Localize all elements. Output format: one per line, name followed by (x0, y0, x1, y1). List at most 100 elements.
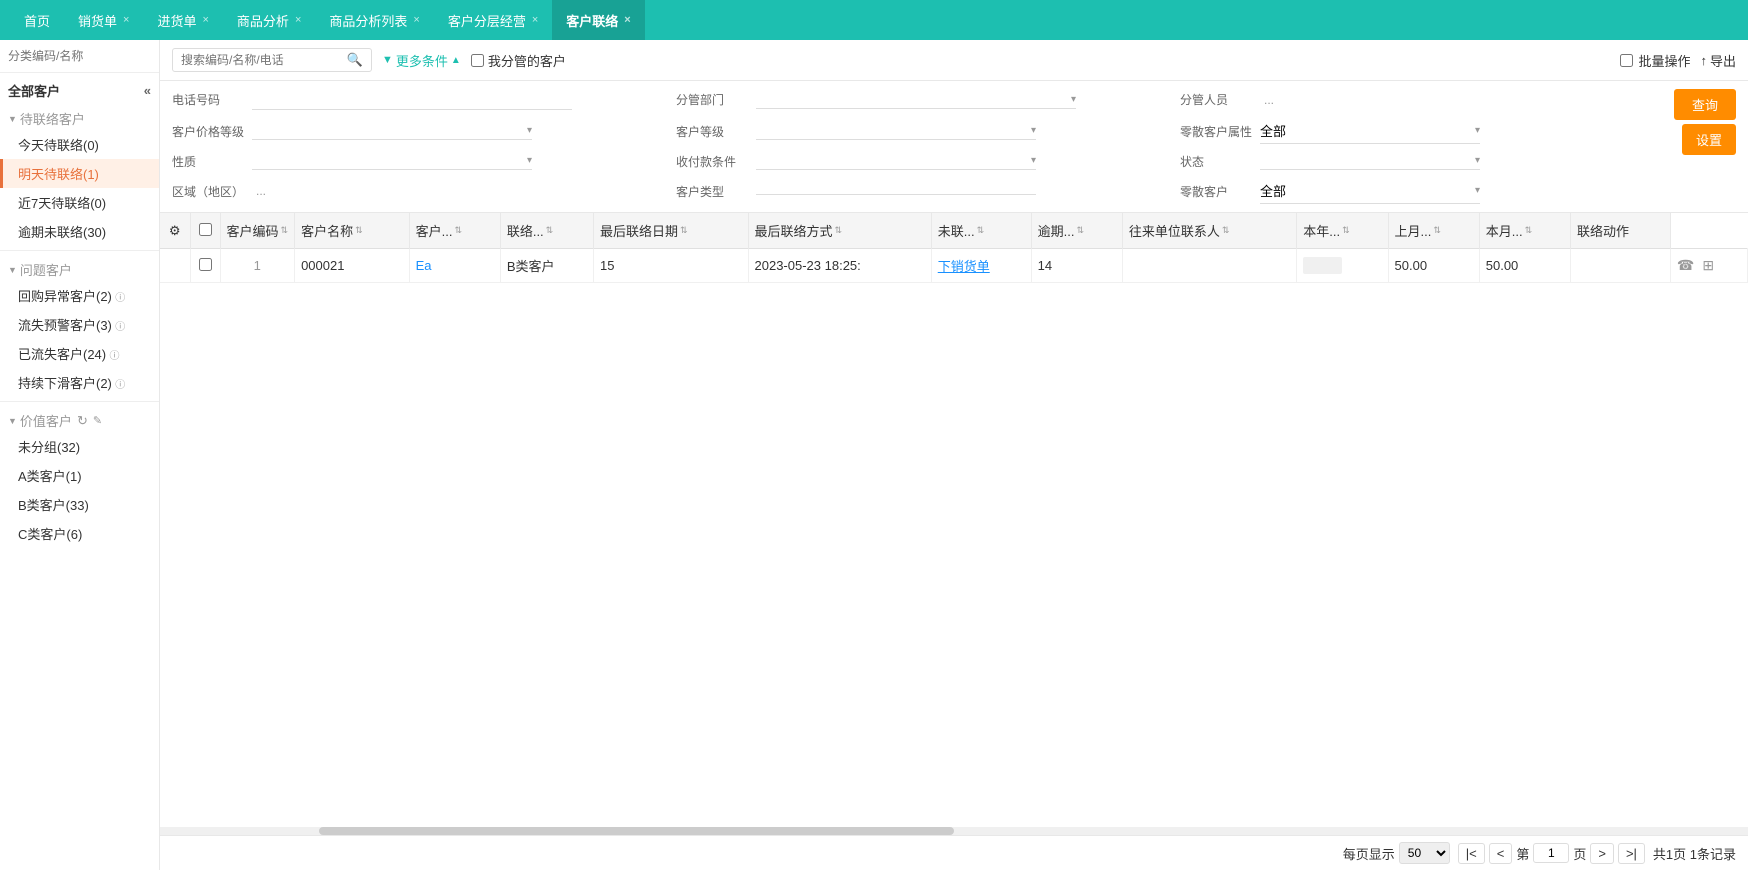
settings-gear-icon[interactable]: ⚙ (169, 223, 181, 238)
sidebar-item-today-pending[interactable]: 今天待联络(0) (0, 130, 159, 159)
my-customers-checkbox[interactable] (471, 54, 484, 67)
sort-name-icon[interactable]: ⇅ (355, 225, 363, 236)
next-page-btn[interactable]: > (1590, 843, 1614, 864)
nav-product-analysis-list[interactable]: 商品分析列表 × (315, 0, 433, 40)
all-customers-section[interactable]: 全部客户 « (0, 73, 159, 104)
page-size-dropdown[interactable]: 50 100 (1399, 842, 1450, 864)
horizontal-scrollbar[interactable] (160, 827, 1748, 835)
manager-dots[interactable]: ... (1260, 93, 1278, 107)
th-settings: ⚙ (160, 213, 190, 249)
page-input[interactable] (1533, 843, 1569, 863)
bulk-ops-btn[interactable]: 批量操作 (1620, 51, 1690, 70)
sidebar-item-7days-pending[interactable]: 近7天待联络(0) (0, 188, 159, 217)
select-all-checkbox[interactable] (199, 223, 212, 236)
filter-actions: 批量操作 ↑ 导出 (1620, 51, 1736, 70)
filter-search-icon[interactable]: 🔍 (347, 52, 363, 68)
edit-icon[interactable]: ✎ (93, 414, 102, 427)
retail-customer-chevron-icon: ▾ (1475, 185, 1480, 196)
nav-home[interactable]: 首页 (10, 0, 64, 40)
sort-this-year-icon[interactable]: ⇅ (1342, 225, 1350, 236)
close-purchase-icon[interactable]: × (202, 14, 208, 26)
customer-type-field: 客户类型 (676, 183, 1160, 200)
query-btn[interactable]: 查询 (1674, 89, 1736, 120)
row-name[interactable]: Ea (409, 249, 500, 283)
sidebar-item-declining[interactable]: 持续下滑客户(2) ⓘ (0, 368, 159, 397)
sidebar-item-type-a[interactable]: A类客户(1) (0, 461, 159, 490)
sort-type-icon[interactable]: ⇅ (454, 225, 462, 236)
customer-tier-select[interactable]: ▾ (756, 122, 1036, 140)
th-type: 客户... ⇅ (409, 213, 500, 249)
th-this-year: 本年... ⇅ (1297, 213, 1388, 249)
scrollbar-thumb[interactable] (319, 827, 954, 835)
status-field: 状态 ▾ (1180, 152, 1664, 170)
more-conditions-btn[interactable]: ▼ 更多条件 ▲ (382, 51, 461, 70)
phone-input[interactable] (252, 89, 572, 110)
dept-select[interactable]: ▾ (756, 91, 1076, 109)
table-header-row: ⚙ 客户编码 ⇅ 客户名称 (160, 213, 1748, 249)
sidebar-item-repurchase-anomaly[interactable]: 回购异常客户(2) ⓘ (0, 281, 159, 310)
sidebar-item-churned[interactable]: 已流失客户(24) ⓘ (0, 339, 159, 368)
sidebar-item-tomorrow-pending[interactable]: 明天待联络(1) (0, 159, 159, 188)
sidebar-search-input[interactable] (8, 49, 160, 63)
close-sales-icon[interactable]: × (123, 14, 129, 26)
page-nav: |< < 第 页 > >| (1458, 843, 1645, 864)
retail-customer-value: 全部 (1260, 181, 1286, 200)
payment-select[interactable]: ▾ (756, 152, 1036, 170)
sort-unlinked-icon[interactable]: ⇅ (977, 225, 985, 236)
sort-overdue-icon[interactable]: ⇅ (1076, 225, 1084, 236)
filter-search-box: 🔍 (172, 48, 372, 72)
nature-select[interactable]: ▾ (252, 152, 532, 170)
my-customers-checkbox-label[interactable]: 我分管的客户 (471, 51, 566, 70)
close-customer-tier-icon[interactable]: × (532, 14, 538, 26)
export-icon: ↑ (1700, 53, 1707, 68)
last-page-btn[interactable]: >| (1618, 843, 1645, 864)
row-this-month (1570, 249, 1670, 283)
sidebar-item-type-b[interactable]: B类客户(33) (0, 490, 159, 519)
sort-last-date-icon[interactable]: ⇅ (680, 225, 688, 236)
row-checkbox-cell (190, 249, 220, 283)
sort-last-method-icon[interactable]: ⇅ (835, 225, 843, 236)
group-pending-contact: ▼ 待联络客户 (0, 104, 159, 130)
status-chevron-icon: ▾ (1475, 155, 1480, 166)
action-phone-icon[interactable]: ☎ (1677, 257, 1694, 274)
customer-type-select[interactable] (756, 188, 1036, 195)
th-overdue: 逾期... ⇅ (1031, 213, 1122, 249)
sidebar-item-overdue-contact[interactable]: 逾期未联络(30) (0, 217, 159, 246)
bulk-ops-checkbox[interactable] (1620, 54, 1633, 67)
close-product-analysis-list-icon[interactable]: × (413, 14, 419, 26)
row-checkbox[interactable] (199, 258, 212, 271)
status-select[interactable]: ▾ (1260, 152, 1480, 170)
row-last-contact-method[interactable]: 下销货单 (931, 249, 1031, 283)
row-settings (160, 249, 190, 283)
sort-code-icon[interactable]: ⇅ (281, 225, 289, 236)
retail-attr-label: 零散客户属性 (1180, 123, 1260, 140)
retail-attr-select[interactable]: 全部 ▾ (1260, 118, 1480, 144)
th-checkbox (190, 213, 220, 249)
collapse-icon[interactable]: « (144, 83, 151, 98)
first-page-btn[interactable]: |< (1458, 843, 1485, 864)
region-dots[interactable]: ... (252, 184, 270, 198)
sort-last-month-icon[interactable]: ⇅ (1433, 225, 1441, 236)
nav-sales[interactable]: 销货单 × (64, 0, 143, 40)
refresh-icon[interactable]: ↻ (77, 413, 88, 429)
row-overdue (1122, 249, 1296, 283)
export-btn[interactable]: ↑ 导出 (1700, 51, 1736, 70)
sort-this-month-icon[interactable]: ⇅ (1525, 225, 1533, 236)
sidebar-item-churn-warning[interactable]: 流失预警客户(3) ⓘ (0, 310, 159, 339)
nav-purchase[interactable]: 进货单 × (143, 0, 222, 40)
close-product-analysis-icon[interactable]: × (295, 14, 301, 26)
retail-customer-select[interactable]: 全部 ▾ (1260, 178, 1480, 204)
action-grid-icon[interactable]: ⊞ (1702, 257, 1714, 274)
nav-product-analysis[interactable]: 商品分析 × (223, 0, 315, 40)
close-customer-contact-icon[interactable]: × (624, 14, 630, 26)
nav-customer-contact[interactable]: 客户联络 × (552, 0, 644, 40)
sidebar-item-type-c[interactable]: C类客户(6) (0, 519, 159, 548)
settings-btn[interactable]: 设置 (1682, 124, 1736, 155)
price-tier-select[interactable]: ▾ (252, 122, 532, 140)
prev-page-btn[interactable]: < (1489, 843, 1513, 864)
sidebar-item-unclassified[interactable]: 未分组(32) (0, 432, 159, 461)
sort-contact-icon[interactable]: ⇅ (546, 225, 554, 236)
filter-search-input[interactable] (181, 53, 347, 67)
nav-customer-tier[interactable]: 客户分层经营 × (434, 0, 552, 40)
sort-unit-contact-icon[interactable]: ⇅ (1222, 225, 1230, 236)
